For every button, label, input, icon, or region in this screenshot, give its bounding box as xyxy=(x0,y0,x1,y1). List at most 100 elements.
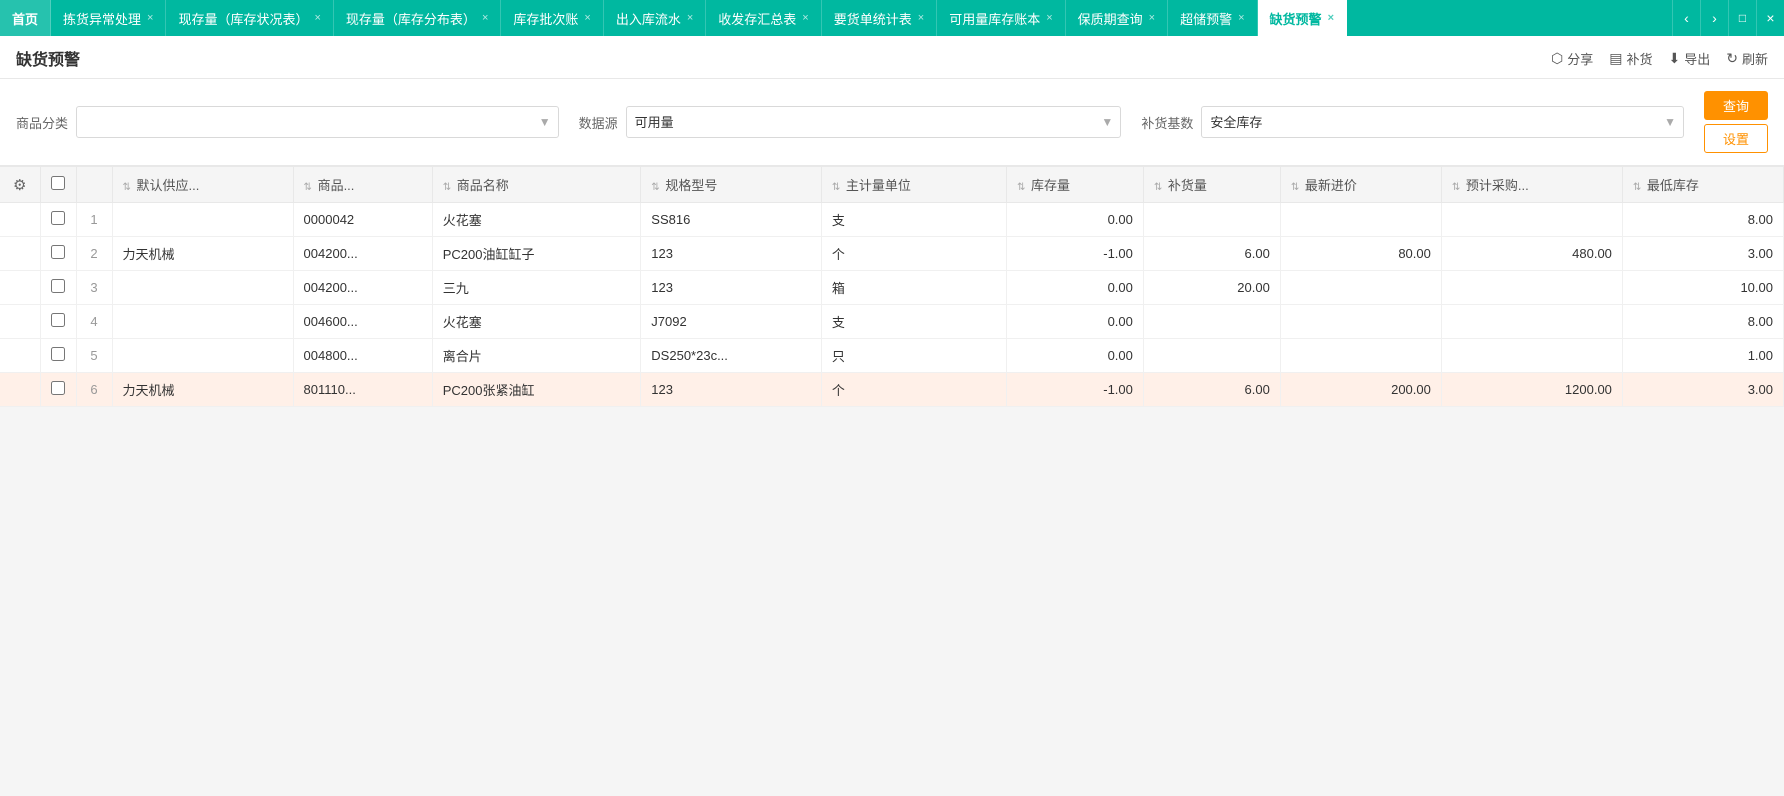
row-checkbox-0[interactable] xyxy=(51,211,65,225)
goods-code-header[interactable]: ⇅ 商品... xyxy=(293,167,432,203)
nav-tab-close-overstock[interactable]: × xyxy=(1238,12,1244,24)
row-gear-4 xyxy=(0,339,40,373)
nav-tab-stock-dist[interactable]: 现存量（库存分布表）× xyxy=(334,0,501,36)
row-num-1: 2 xyxy=(76,237,112,271)
nav-tab-close-receive-summary[interactable]: × xyxy=(802,12,808,24)
row-goods-name-5: PC200张紧油缸 xyxy=(432,373,641,407)
row-checkbox-3[interactable] xyxy=(51,313,65,327)
replenish-basis-select[interactable]: 安全库存 xyxy=(1201,106,1684,138)
unit-sort-icon: ⇅ xyxy=(832,182,840,193)
row-stock-qty-2: 0.00 xyxy=(1006,271,1143,305)
table-row: 1 0000042 火花塞 SS816 支 0.00 8.00 xyxy=(0,203,1784,237)
row-latest-price-0 xyxy=(1280,203,1441,237)
next-tab-button[interactable]: › xyxy=(1700,0,1728,36)
gear-header[interactable]: ⚙ xyxy=(0,167,40,203)
settings-button[interactable]: 设置 xyxy=(1704,124,1768,153)
row-min-stock-4: 1.00 xyxy=(1622,339,1783,373)
share-button[interactable]: ⬡ 分享 xyxy=(1551,49,1593,68)
nav-tab-expiry-query[interactable]: 保质期查询× xyxy=(1066,0,1168,36)
close-window-button[interactable]: × xyxy=(1756,0,1784,36)
nav-tab-close-batch-account[interactable]: × xyxy=(584,12,590,24)
select-all-checkbox[interactable] xyxy=(51,176,65,190)
nav-tab-shortage[interactable]: 缺货预警× xyxy=(1258,0,1347,36)
nav-tab-overstock[interactable]: 超储预警× xyxy=(1168,0,1257,36)
unit-header[interactable]: ⇅ 主计量单位 xyxy=(821,167,1006,203)
est-purchase-header[interactable]: ⇅ 预计采购... xyxy=(1441,167,1622,203)
row-goods-name-3: 火花塞 xyxy=(432,305,641,339)
nav-controls: ‹ › □ × xyxy=(1672,0,1784,36)
row-stock-qty-5: -1.00 xyxy=(1006,373,1143,407)
nav-tab-stock-status[interactable]: 现存量（库存状况表）× xyxy=(166,0,333,36)
category-select-wrapper: ▼ xyxy=(76,106,559,138)
nav-tab-close-stock-dist[interactable]: × xyxy=(482,12,488,24)
nav-tab-abnormal[interactable]: 拣货异常处理 × xyxy=(51,0,166,36)
table-body: 1 0000042 火花塞 SS816 支 0.00 8.00 2 力天机械 0… xyxy=(0,203,1784,407)
window-button[interactable]: □ xyxy=(1728,0,1756,36)
nav-tab-label-abnormal: 拣货异常处理 xyxy=(63,9,141,28)
row-checkbox-cell-4[interactable] xyxy=(40,339,76,373)
est-purchase-header-label: 预计采购... xyxy=(1466,178,1529,193)
est-purchase-sort-icon: ⇅ xyxy=(1452,182,1460,193)
checkbox-header[interactable] xyxy=(40,167,76,203)
row-checkbox-cell-1[interactable] xyxy=(40,237,76,271)
nav-tab-close-stock-status[interactable]: × xyxy=(314,12,320,24)
nav-tab-receive-summary[interactable]: 收发存汇总表× xyxy=(706,0,821,36)
refresh-button[interactable]: ↻ 刷新 xyxy=(1726,49,1768,68)
page-content: 缺货预警 ⬡ 分享 ▤ 补货 ⬇ 导出 ↻ 刷新 商品分类 xyxy=(0,36,1784,407)
row-latest-price-5: 200.00 xyxy=(1280,373,1441,407)
nav-tab-batch-account[interactable]: 库存批次账× xyxy=(501,0,603,36)
supplier-header[interactable]: ⇅ 默认供应... xyxy=(112,167,293,203)
category-select[interactable] xyxy=(76,106,559,138)
replenish-qty-sort-icon: ⇅ xyxy=(1154,182,1162,193)
row-gear-1 xyxy=(0,237,40,271)
row-gear-2 xyxy=(0,271,40,305)
row-checkbox-1[interactable] xyxy=(51,245,65,259)
filter-bar: 商品分类 ▼ 数据源 可用量 ▼ 补货基数 安全库存 xyxy=(0,79,1784,166)
row-checkbox-cell-3[interactable] xyxy=(40,305,76,339)
nav-tab-label-inout-flow: 出入库流水 xyxy=(616,9,681,28)
nav-tab-close-shortage[interactable]: × xyxy=(1328,12,1334,24)
nav-tab-available-ledger[interactable]: 可用量库存账本 × xyxy=(937,0,1065,36)
goods-name-header[interactable]: ⇅ 商品名称 xyxy=(432,167,641,203)
datasource-select[interactable]: 可用量 xyxy=(626,106,1122,138)
spec-sort-icon: ⇅ xyxy=(651,182,659,193)
replenish-qty-header[interactable]: ⇅ 补货量 xyxy=(1143,167,1280,203)
table-row: 6 力天机械 801110... PC200张紧油缸 123 个 -1.00 6… xyxy=(0,373,1784,407)
nav-tabs: 首页拣货异常处理×现存量（库存状况表）×现存量（库存分布表）×库存批次账×出入库… xyxy=(0,0,1784,36)
row-checkbox-2[interactable] xyxy=(51,279,65,293)
row-goods-code-0: 0000042 xyxy=(293,203,432,237)
min-stock-header[interactable]: ⇅ 最低库存 xyxy=(1622,167,1783,203)
replenish-qty-header-label: 补货量 xyxy=(1168,178,1207,193)
row-checkbox-4[interactable] xyxy=(51,347,65,361)
nav-tab-close-available-ledger[interactable]: × xyxy=(1046,12,1052,24)
nav-tab-close-demand-stat[interactable]: × xyxy=(918,12,924,24)
row-num-2: 3 xyxy=(76,271,112,305)
row-checkbox-cell-0[interactable] xyxy=(40,203,76,237)
nav-tab-label-available-ledger: 可用量库存账本 xyxy=(949,9,1040,28)
nav-tab-close-expiry-query[interactable]: × xyxy=(1149,12,1155,24)
row-checkbox-cell-5[interactable] xyxy=(40,373,76,407)
nav-tab-close-abnormal[interactable]: × xyxy=(147,12,153,24)
prev-tab-button[interactable]: ‹ xyxy=(1672,0,1700,36)
query-button[interactable]: 查询 xyxy=(1704,91,1768,120)
spec-header[interactable]: ⇅ 规格型号 xyxy=(641,167,822,203)
stock-qty-header[interactable]: ⇅ 库存量 xyxy=(1006,167,1143,203)
row-checkbox-cell-2[interactable] xyxy=(40,271,76,305)
row-min-stock-2: 10.00 xyxy=(1622,271,1783,305)
row-checkbox-5[interactable] xyxy=(51,381,65,395)
filter-actions: 查询 设置 xyxy=(1704,91,1768,153)
row-unit-5: 个 xyxy=(821,373,1006,407)
row-goods-name-1: PC200油缸缸子 xyxy=(432,237,641,271)
nav-tab-label-demand-stat: 要货单统计表 xyxy=(834,9,912,28)
gear-icon[interactable]: ⚙ xyxy=(13,177,26,194)
nav-tab-home[interactable]: 首页 xyxy=(0,0,51,36)
replenish-button[interactable]: ▤ 补货 xyxy=(1609,49,1652,68)
nav-tab-close-inout-flow[interactable]: × xyxy=(687,12,693,24)
latest-price-header[interactable]: ⇅ 最新进价 xyxy=(1280,167,1441,203)
row-goods-name-0: 火花塞 xyxy=(432,203,641,237)
row-unit-4: 只 xyxy=(821,339,1006,373)
row-spec-5: 123 xyxy=(641,373,822,407)
nav-tab-demand-stat[interactable]: 要货单统计表 × xyxy=(822,0,937,36)
export-button[interactable]: ⬇ 导出 xyxy=(1669,49,1711,68)
nav-tab-inout-flow[interactable]: 出入库流水 × xyxy=(604,0,706,36)
